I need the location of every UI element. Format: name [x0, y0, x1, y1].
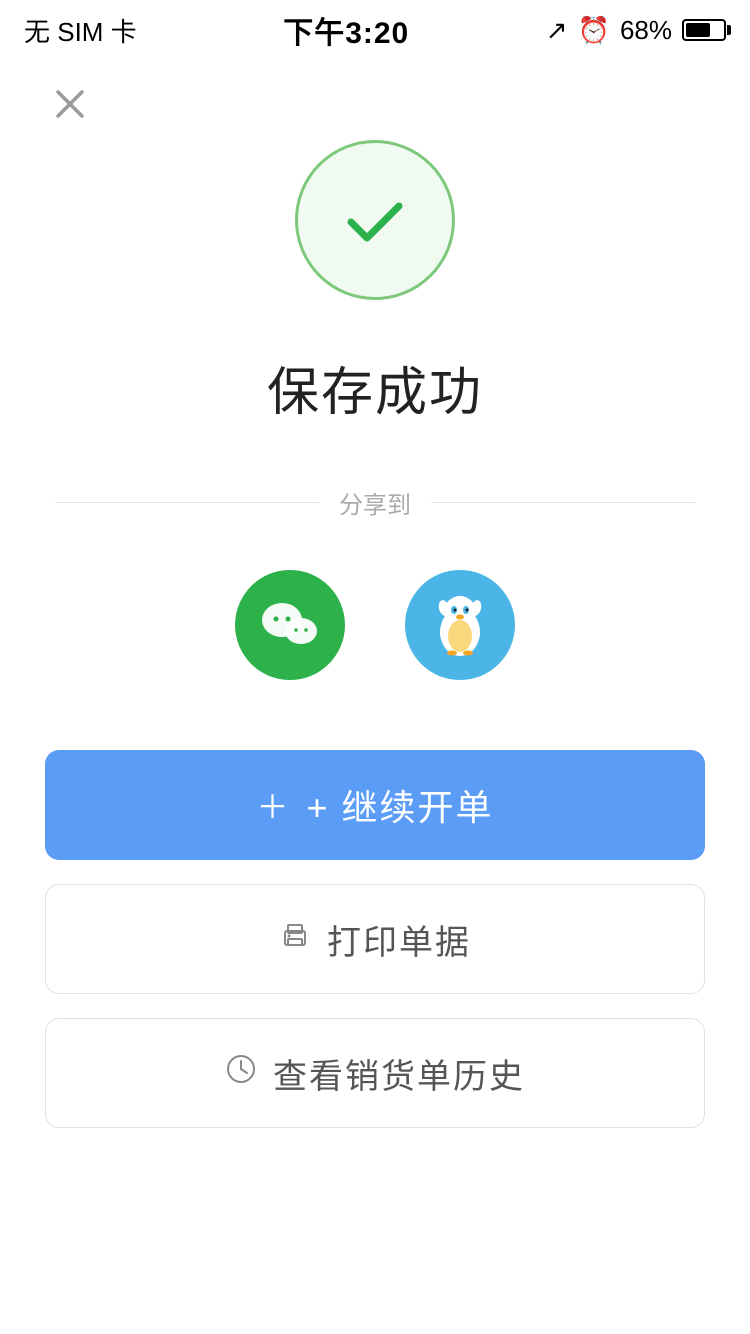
continue-button[interactable]: ＋ + 继续开单	[45, 750, 705, 860]
history-button[interactable]: 查看销货单历史	[45, 1018, 705, 1128]
wechat-share-button[interactable]	[235, 570, 345, 680]
status-right: ↗ ⏰ 68%	[546, 15, 726, 46]
checkmark-icon	[335, 180, 415, 260]
close-button[interactable]	[44, 78, 96, 130]
action-buttons: ＋ + 继续开单 打印单据 查看销货单历史	[45, 750, 705, 1128]
divider-right	[431, 502, 695, 503]
share-divider: 分享到	[55, 485, 695, 520]
print-button[interactable]: 打印单据	[45, 884, 705, 994]
carrier-text: 无 SIM 卡	[24, 12, 137, 49]
qq-logo	[430, 590, 490, 660]
location-icon: ↗	[546, 15, 568, 46]
success-title: 保存成功	[267, 350, 483, 425]
printer-icon	[279, 919, 311, 959]
battery-icon	[682, 19, 726, 41]
divider-left	[55, 502, 319, 503]
history-label: 查看销货单历史	[273, 1049, 525, 1098]
status-left: 无 SIM 卡	[24, 12, 147, 49]
battery-percent: 68%	[620, 15, 672, 46]
continue-label: + 继续开单	[306, 779, 493, 831]
alarm-icon: ⏰	[578, 15, 610, 46]
wechat-logo	[259, 598, 321, 652]
status-bar: 无 SIM 卡 下午3:20 ↗ ⏰ 68%	[0, 0, 750, 60]
clock-icon	[225, 1053, 257, 1093]
main-content: 保存成功 分享到	[0, 60, 750, 1128]
success-icon-circle	[295, 140, 455, 300]
plus-icon: ＋	[256, 782, 290, 828]
print-label: 打印单据	[327, 915, 471, 964]
share-label: 分享到	[339, 485, 411, 520]
share-icons	[235, 570, 515, 680]
status-time: 下午3:20	[283, 8, 409, 52]
qq-share-button[interactable]	[405, 570, 515, 680]
